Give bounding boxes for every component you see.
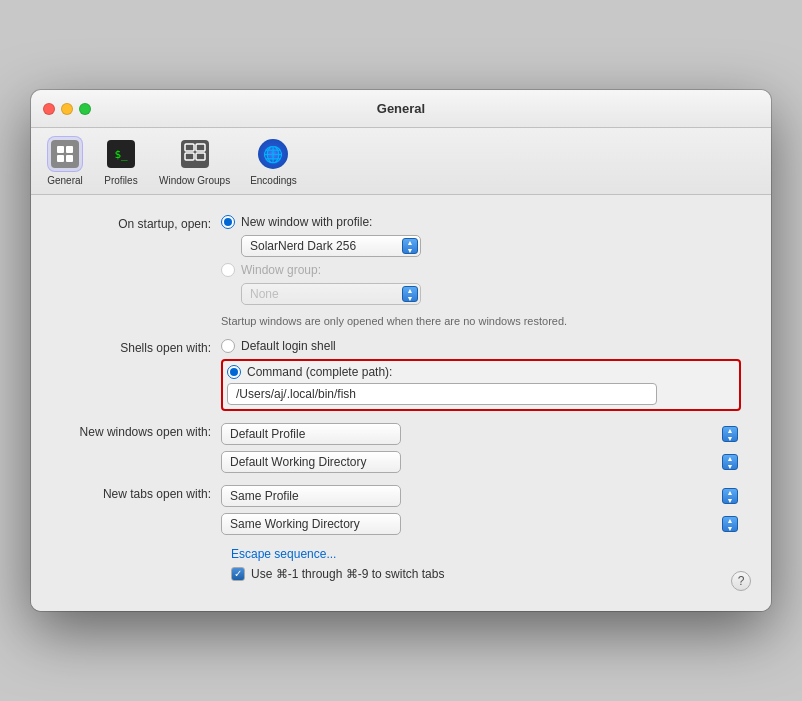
svg-rect-1 bbox=[66, 146, 73, 153]
escape-sequence-link[interactable]: Escape sequence... bbox=[231, 547, 741, 561]
startup-row: On startup, open: New window with profil… bbox=[61, 215, 741, 327]
shells-label: Shells open with: bbox=[61, 339, 221, 355]
svg-rect-3 bbox=[66, 155, 73, 162]
new-window-radio[interactable] bbox=[221, 215, 235, 229]
new-tabs-row: New tabs open with: Same Profile ▲ ▼ bbox=[61, 485, 741, 535]
new-windows-content: Default Profile ▲ ▼ Default Working Dire… bbox=[221, 423, 741, 473]
minimize-button[interactable] bbox=[61, 103, 73, 115]
titlebar: General bbox=[31, 90, 771, 128]
encodings-icon-wrapper: 🌐 bbox=[255, 136, 291, 172]
command-path-radio[interactable] bbox=[227, 365, 241, 379]
checkmark-icon: ✓ bbox=[234, 569, 242, 579]
startup-note: Startup windows are only opened when the… bbox=[221, 315, 741, 327]
window-group-select-wrapper: None ▲ ▼ bbox=[221, 283, 741, 305]
switch-tabs-row: ✓ Use ⌘-1 through ⌘-9 to switch tabs bbox=[231, 567, 741, 581]
encodings-icon: 🌐 bbox=[258, 139, 288, 169]
window-content: On startup, open: New window with profil… bbox=[31, 195, 771, 611]
window-groups-icon-wrapper bbox=[177, 136, 213, 172]
startup-label: On startup, open: bbox=[61, 215, 221, 231]
command-path-radio-row: Command (complete path): bbox=[227, 365, 735, 379]
new-windows-directory-container: Default Working Directory ▲ ▼ bbox=[221, 451, 741, 473]
nt-profile-stepper-up: ▲ bbox=[727, 489, 734, 496]
new-tabs-content: Same Profile ▲ ▼ Same Working Directory … bbox=[221, 485, 741, 535]
traffic-lights bbox=[43, 103, 91, 115]
new-tabs-profile-select[interactable]: Same Profile bbox=[221, 485, 401, 507]
new-tabs-label: New tabs open with: bbox=[61, 485, 221, 501]
general-icon-wrapper bbox=[47, 136, 83, 172]
window-groups-icon bbox=[181, 140, 209, 168]
profiles-icon-wrapper: $_ bbox=[103, 136, 139, 172]
close-button[interactable] bbox=[43, 103, 55, 115]
window-group-radio-row: Window group: bbox=[221, 263, 741, 277]
new-windows-profile-container: Default Profile ▲ ▼ bbox=[221, 423, 741, 445]
svg-rect-7 bbox=[196, 153, 205, 160]
new-tabs-directory-select[interactable]: Same Working Directory bbox=[221, 513, 401, 535]
window-group-select[interactable]: None bbox=[241, 283, 421, 305]
svg-rect-5 bbox=[196, 144, 205, 151]
nw-profile-stepper-up: ▲ bbox=[727, 427, 734, 434]
nt-profile-stepper-down: ▼ bbox=[727, 497, 734, 504]
default-login-shell-radio[interactable] bbox=[221, 339, 235, 353]
svg-rect-4 bbox=[185, 144, 194, 151]
window-group-radio[interactable] bbox=[221, 263, 235, 277]
general-label: General bbox=[47, 175, 83, 186]
profile-select-wrapper: SolarNerd Dark 256 ▲ ▼ bbox=[221, 235, 741, 257]
new-windows-profile-stepper: ▲ ▼ bbox=[722, 426, 738, 442]
nw-profile-stepper-down: ▼ bbox=[727, 435, 734, 442]
nw-dir-stepper-up: ▲ bbox=[727, 455, 734, 462]
nt-dir-stepper-up: ▲ bbox=[727, 517, 734, 524]
new-windows-dir-stepper: ▲ ▼ bbox=[722, 454, 738, 470]
tab-encodings[interactable]: 🌐 Encodings bbox=[250, 136, 297, 186]
svg-rect-6 bbox=[185, 153, 194, 160]
new-window-radio-row: New window with profile: bbox=[221, 215, 741, 229]
switch-tabs-label: Use ⌘-1 through ⌘-9 to switch tabs bbox=[251, 567, 444, 581]
new-windows-profile-select[interactable]: Default Profile bbox=[221, 423, 401, 445]
window-group-label: Window group: bbox=[241, 263, 321, 277]
profiles-label: Profiles bbox=[104, 175, 137, 186]
tab-general[interactable]: General bbox=[47, 136, 83, 186]
command-path-input[interactable] bbox=[227, 383, 657, 405]
new-windows-directory-select[interactable]: Default Working Directory bbox=[221, 451, 401, 473]
default-login-shell-row: Default login shell bbox=[221, 339, 741, 353]
shells-content: Default login shell Command (complete pa… bbox=[221, 339, 741, 411]
new-tabs-dir-stepper: ▲ ▼ bbox=[722, 516, 738, 532]
content-area: On startup, open: New window with profil… bbox=[31, 195, 771, 611]
new-windows-label: New windows open with: bbox=[61, 423, 221, 439]
shells-row: Shells open with: Default login shell Co… bbox=[61, 339, 741, 411]
new-tabs-profile-container: Same Profile ▲ ▼ bbox=[221, 485, 741, 507]
command-section: Command (complete path): bbox=[221, 359, 741, 411]
switch-tabs-checkbox[interactable]: ✓ bbox=[231, 567, 245, 581]
general-icon bbox=[51, 140, 79, 168]
maximize-button[interactable] bbox=[79, 103, 91, 115]
help-button[interactable]: ? bbox=[731, 571, 751, 591]
command-path-label: Command (complete path): bbox=[247, 365, 392, 379]
toolbar: General $_ Profiles Window Groups bbox=[31, 128, 771, 195]
main-window: General General $_ Profiles bbox=[31, 90, 771, 611]
svg-rect-2 bbox=[57, 155, 64, 162]
tab-profiles[interactable]: $_ Profiles bbox=[103, 136, 139, 186]
new-tabs-directory-container: Same Working Directory ▲ ▼ bbox=[221, 513, 741, 535]
new-tabs-profile-stepper: ▲ ▼ bbox=[722, 488, 738, 504]
startup-content: New window with profile: SolarNerd Dark … bbox=[221, 215, 741, 327]
svg-rect-0 bbox=[57, 146, 64, 153]
profile-select[interactable]: SolarNerd Dark 256 bbox=[241, 235, 421, 257]
default-login-shell-label: Default login shell bbox=[241, 339, 336, 353]
window-groups-label: Window Groups bbox=[159, 175, 230, 186]
window-title: General bbox=[377, 101, 425, 116]
nt-dir-stepper-down: ▼ bbox=[727, 525, 734, 532]
bottom-options: Escape sequence... ✓ Use ⌘-1 through ⌘-9… bbox=[61, 547, 741, 581]
window-group-select-container: None ▲ ▼ bbox=[241, 283, 421, 305]
new-windows-row: New windows open with: Default Profile ▲… bbox=[61, 423, 741, 473]
tab-window-groups[interactable]: Window Groups bbox=[159, 136, 230, 186]
encodings-label: Encodings bbox=[250, 175, 297, 186]
profiles-icon: $_ bbox=[107, 140, 135, 168]
profile-select-container: SolarNerd Dark 256 ▲ ▼ bbox=[241, 235, 421, 257]
nw-dir-stepper-down: ▼ bbox=[727, 463, 734, 470]
new-window-label: New window with profile: bbox=[241, 215, 372, 229]
